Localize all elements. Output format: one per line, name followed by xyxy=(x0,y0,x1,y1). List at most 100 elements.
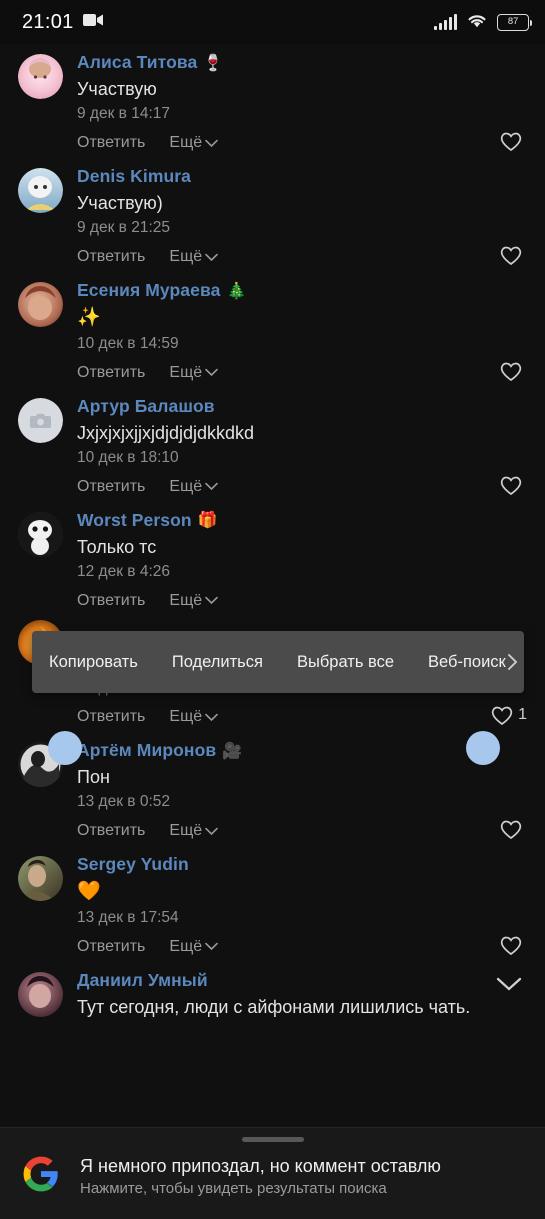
google-search-bottom-sheet[interactable]: Я немного припоздал, но коммент оставлю … xyxy=(0,1127,545,1219)
avatar[interactable] xyxy=(18,168,63,214)
selection-handle-start[interactable] xyxy=(48,731,82,765)
more-button[interactable]: Ещё xyxy=(169,364,218,382)
comment-item[interactable]: Есения Мураева 🎄 ✨ 10 дек в 14:59 Ответит… xyxy=(0,272,545,388)
comment-text[interactable]: Участвую xyxy=(77,76,531,102)
comment-actions: Ответить Ещё xyxy=(77,706,531,728)
more-button[interactable]: Ещё xyxy=(169,822,218,840)
more-button[interactable]: Ещё xyxy=(169,248,218,266)
reply-button[interactable]: Ответить xyxy=(77,592,145,610)
chevron-down-icon xyxy=(205,597,218,605)
comment-time: 13 дек в 17:54 xyxy=(77,908,179,926)
comment-time: 10 дек в 18:10 xyxy=(77,448,179,466)
comment-item[interactable]: Denis Kimura Участвую) 9 дек в 21:25 Отв… xyxy=(0,158,545,272)
heart-icon xyxy=(500,820,522,840)
avatar[interactable] xyxy=(18,511,63,557)
comment-author[interactable]: Алиса Титова xyxy=(77,52,197,73)
chevron-down-icon xyxy=(205,139,218,147)
comment-time: 12 дек в 4:26 xyxy=(77,562,171,580)
avatar[interactable] xyxy=(18,971,63,1017)
reply-button[interactable]: Ответить xyxy=(77,708,145,726)
comment-time: 10 дек в 14:59 xyxy=(77,334,179,352)
reply-button[interactable]: Ответить xyxy=(77,822,145,840)
menu-item-share[interactable]: Поделиться xyxy=(155,653,280,672)
comment-item[interactable]: Артур Балашов Jxjxjxjxjjxjdjdjdjdkkdkd 1… xyxy=(0,388,545,502)
text-selection-context-menu[interactable]: Копировать Поделиться Выбрать все Веб-по… xyxy=(32,631,524,693)
comment-author[interactable]: Есения Мураева xyxy=(77,280,220,301)
more-label: Ещё xyxy=(169,363,203,381)
comment-author[interactable]: Артём Миронов xyxy=(77,740,216,761)
placeholder-camera-avatar xyxy=(18,397,63,443)
comment-actions: Ответить Ещё xyxy=(77,476,531,498)
status-bar-left: 21:01 xyxy=(22,11,103,34)
like-button[interactable] xyxy=(499,130,527,152)
like-button[interactable] xyxy=(499,244,527,266)
avatar[interactable] xyxy=(18,54,63,99)
like-button[interactable] xyxy=(499,934,527,956)
comment-body: Denis Kimura Участвую) 9 дек в 21:25 Отв… xyxy=(77,166,531,268)
avatar[interactable] xyxy=(18,856,63,902)
reply-button[interactable]: Ответить xyxy=(77,478,145,496)
comment-text[interactable]: Jxjxjxjxjjxjdjdjdjdkkdkd xyxy=(77,420,531,446)
collapse-thread-button[interactable] xyxy=(495,976,523,997)
more-button[interactable]: Ещё xyxy=(169,478,218,496)
avatar[interactable] xyxy=(18,282,63,328)
like-count: 1 xyxy=(518,706,527,724)
like-button[interactable] xyxy=(499,474,527,496)
more-label: Ещё xyxy=(169,134,203,152)
comment-author[interactable]: Артур Балашов xyxy=(77,396,215,417)
heart-icon xyxy=(500,362,522,381)
comment-author[interactable]: Worst Person xyxy=(77,510,192,531)
cellular-signal-icon xyxy=(434,14,457,30)
reply-button[interactable]: Ответить xyxy=(77,248,145,266)
comment-author[interactable]: Denis Kimura xyxy=(77,166,191,187)
comment-body: Артур Балашов Jxjxjxjxjjxjdjdjdjdkkdkd 1… xyxy=(77,396,531,498)
comment-text[interactable]: 🧡 xyxy=(77,878,531,906)
reply-button[interactable]: Ответить xyxy=(77,364,145,382)
like-button[interactable] xyxy=(499,360,527,382)
comment-item[interactable]: Алиса Титова 🍷 Участвую 9 дек в 14:17 Отв… xyxy=(0,44,545,158)
search-hint-text: Нажмите, чтобы увидеть результаты поиска xyxy=(80,1180,387,1198)
menu-item-copy[interactable]: Копировать xyxy=(32,653,155,672)
menu-overflow-button[interactable] xyxy=(502,631,522,693)
author-badge-emoji: 🎁 xyxy=(197,512,218,530)
more-label: Ещё xyxy=(169,937,203,955)
more-label: Ещё xyxy=(169,591,203,609)
more-button[interactable]: Ещё xyxy=(169,134,218,152)
more-label: Ещё xyxy=(169,708,203,726)
more-button[interactable]: Ещё xyxy=(169,592,218,610)
avatar[interactable] xyxy=(18,397,63,443)
author-badge-emoji: 🍷 xyxy=(203,54,224,72)
chevron-down-icon xyxy=(205,713,218,721)
more-button[interactable]: Ещё xyxy=(169,938,218,956)
comment-item[interactable]: Sergey Yudin 🧡 13 дек в 17:54 Ответить Е… xyxy=(0,846,545,962)
comment-list[interactable]: Алиса Титова 🍷 Участвую 9 дек в 14:17 Отв… xyxy=(0,44,545,1127)
comment-text[interactable]: Тут сегодня, люди с айфонами лишились ча… xyxy=(77,994,531,1020)
menu-item-select-all[interactable]: Выбрать все xyxy=(280,653,411,672)
comment-author[interactable]: Даниил Умный xyxy=(77,970,208,991)
chevron-down-icon xyxy=(205,827,218,835)
status-time: 21:01 xyxy=(22,10,74,33)
author-badge-emoji: 🎥 xyxy=(222,742,243,760)
sheet-drag-handle[interactable] xyxy=(241,1137,304,1142)
heart-icon xyxy=(500,246,522,266)
comment-text[interactable]: Участвую) xyxy=(77,190,531,216)
selection-handle-end[interactable] xyxy=(466,731,500,765)
chevron-right-icon xyxy=(507,654,517,670)
comment-actions: Ответить Ещё xyxy=(77,132,531,154)
heart-icon xyxy=(500,476,522,495)
like-button[interactable]: 1 xyxy=(490,704,527,726)
comment-text[interactable]: Только тс xyxy=(77,534,531,560)
phone-screen: 21:01 87 Алиса Титова 🍷 Участвую 9 дек в… xyxy=(0,0,545,1219)
comment-author[interactable]: Sergey Yudin xyxy=(77,854,189,875)
comment-text[interactable]: ✨ xyxy=(77,304,531,332)
comment-body: Даниил Умный Тут сегодня, люди с айфонам… xyxy=(77,970,531,1020)
reply-button[interactable]: Ответить xyxy=(77,938,145,956)
comment-item[interactable]: Worst Person 🎁 Только тс 12 дек в 4:26 От… xyxy=(0,502,545,616)
more-button[interactable]: Ещё xyxy=(169,708,218,726)
reply-button[interactable]: Ответить xyxy=(77,134,145,152)
chevron-down-icon xyxy=(205,942,218,951)
comment-text[interactable]: Пон xyxy=(77,764,531,790)
like-button[interactable] xyxy=(499,818,527,840)
more-label: Ещё xyxy=(169,477,203,495)
comment-item[interactable]: Даниил Умный Тут сегодня, люди с айфонам… xyxy=(0,962,545,1024)
